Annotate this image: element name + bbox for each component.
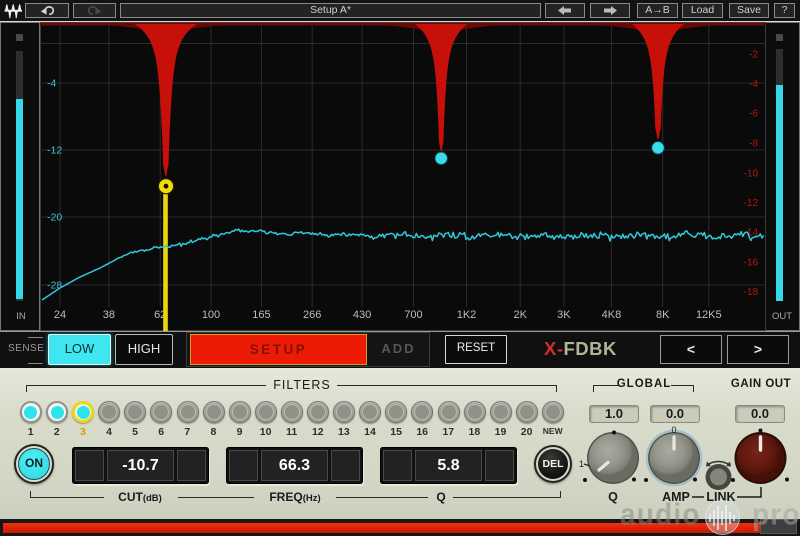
svg-text:700: 700 bbox=[404, 309, 422, 321]
svg-text:8K: 8K bbox=[656, 309, 670, 321]
svg-text:4K8: 4K8 bbox=[602, 309, 622, 321]
svg-text:430: 430 bbox=[353, 309, 371, 321]
svg-text:-12: -12 bbox=[47, 145, 62, 157]
svg-text:1K2: 1K2 bbox=[457, 309, 477, 321]
svg-text:3K: 3K bbox=[557, 309, 571, 321]
svg-text:-20: -20 bbox=[47, 212, 62, 224]
svg-text:2K: 2K bbox=[513, 309, 527, 321]
svg-text:-6: -6 bbox=[749, 109, 758, 120]
svg-text:-2: -2 bbox=[749, 50, 758, 61]
svg-text:-4: -4 bbox=[47, 78, 56, 90]
svg-text:1: 1 bbox=[579, 459, 584, 469]
svg-text:266: 266 bbox=[303, 309, 321, 321]
svg-text:165: 165 bbox=[252, 309, 270, 321]
svg-text:-28: -28 bbox=[47, 280, 62, 292]
svg-text:0: 0 bbox=[671, 425, 676, 435]
svg-text:-10: -10 bbox=[744, 169, 759, 180]
svg-text:-16: -16 bbox=[744, 258, 759, 269]
svg-text:-8: -8 bbox=[749, 139, 758, 150]
svg-text:12K5: 12K5 bbox=[696, 309, 722, 321]
svg-text:-12: -12 bbox=[744, 198, 759, 209]
svg-text:100: 100 bbox=[202, 309, 220, 321]
svg-text:38: 38 bbox=[103, 309, 115, 321]
svg-text:-4: -4 bbox=[749, 79, 758, 90]
svg-text:-18: -18 bbox=[744, 287, 759, 298]
svg-text:24: 24 bbox=[54, 309, 66, 321]
